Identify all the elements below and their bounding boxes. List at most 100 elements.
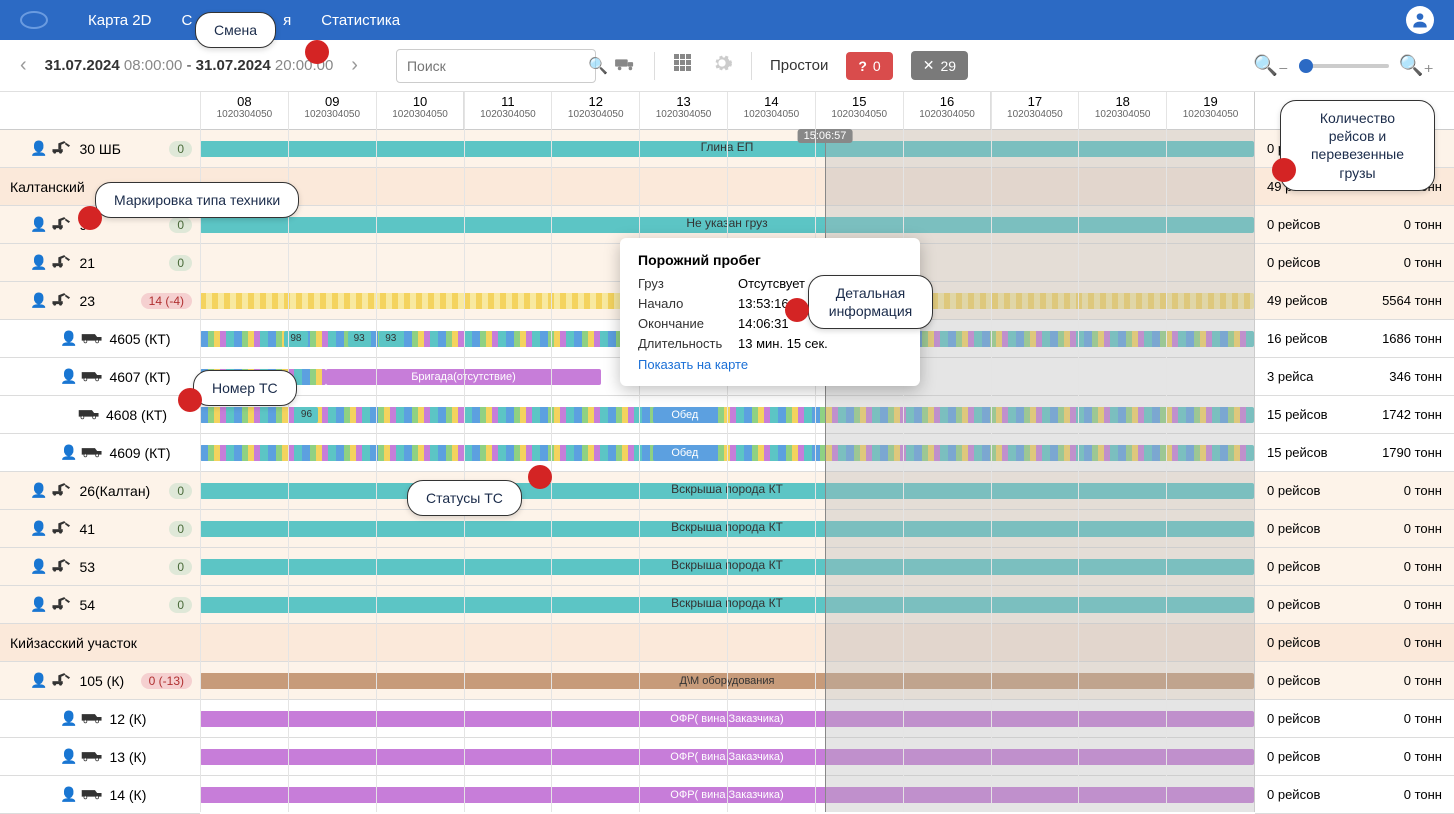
summary-row: 0 рейсов0 тонн bbox=[1255, 548, 1454, 586]
resource-row[interactable]: 👤 23 14 (-4) bbox=[0, 282, 200, 320]
settings-icon[interactable] bbox=[711, 52, 733, 80]
resource-name: 30 ШБ bbox=[79, 141, 120, 157]
resource-row[interactable]: 👤26(Калтан)0 bbox=[0, 472, 200, 510]
zoom-slider[interactable] bbox=[1299, 64, 1389, 68]
timeline-area[interactable]: 0810203040500910203040501010203040501110… bbox=[200, 92, 1254, 812]
tons-count: 1790 тонн bbox=[1382, 445, 1442, 460]
person-icon: 👤 bbox=[30, 292, 47, 309]
truck-icon bbox=[81, 368, 103, 385]
trips-count: 49 рейсов bbox=[1267, 293, 1347, 308]
sidebar-header-blank bbox=[0, 92, 200, 130]
vehicle-filter-icon[interactable] bbox=[614, 54, 636, 78]
trips-count: 0 рейсов bbox=[1267, 787, 1347, 802]
resource-row[interactable]: 👤540 bbox=[0, 586, 200, 624]
truck-icon bbox=[81, 444, 103, 461]
tons-count: 0 тонн bbox=[1404, 787, 1442, 802]
time-header: 0810203040500910203040501010203040501110… bbox=[200, 92, 1254, 130]
summary-row: 0 рейсов0 тонн bbox=[1255, 206, 1454, 244]
excavator-icon bbox=[51, 292, 73, 309]
person-icon: 👤 bbox=[30, 140, 47, 157]
search-input[interactable] bbox=[407, 58, 588, 74]
summary-row: 15 рейсов1742 тонн bbox=[1255, 396, 1454, 434]
summary-row: 15 рейсов1790 тонн bbox=[1255, 434, 1454, 472]
truck-icon bbox=[81, 330, 103, 347]
resource-row[interactable]: 👤105 (К)0 (-13) bbox=[0, 662, 200, 700]
resource-row[interactable]: 👤13 (К) bbox=[0, 738, 200, 776]
future-overlay bbox=[825, 130, 1254, 812]
marker[interactable]: 93 bbox=[379, 331, 402, 347]
resource-row[interactable]: 👤 4607 (КТ) bbox=[0, 358, 200, 396]
hour-column: 181020304050 bbox=[1078, 92, 1166, 129]
summary-row: 0 рейсов0 тонн bbox=[1255, 472, 1454, 510]
avatar-icon[interactable] bbox=[1406, 6, 1434, 34]
downtime-unknown-badge[interactable]: ?0 bbox=[846, 52, 892, 80]
downtime-label: Простои bbox=[770, 57, 828, 74]
resource-row[interactable]: 👤4605 (КТ) bbox=[0, 320, 200, 358]
zoom-in-icon[interactable]: 🔍₊ bbox=[1399, 53, 1434, 78]
resource-row[interactable]: 4608 (КТ) bbox=[0, 396, 200, 434]
zoom-controls: 🔍₋ 🔍₊ bbox=[1253, 53, 1434, 78]
trips-count: 0 рейсов bbox=[1267, 483, 1347, 498]
resource-row[interactable]: 👤12 (К) bbox=[0, 700, 200, 738]
resource-row[interactable]: 👤410 bbox=[0, 510, 200, 548]
resource-name: 4605 (КТ) bbox=[109, 331, 170, 347]
dot bbox=[1272, 158, 1296, 182]
truck-icon bbox=[78, 406, 100, 423]
summary-row: 16 рейсов1686 тонн bbox=[1255, 320, 1454, 358]
zoom-out-icon[interactable]: 🔍₋ bbox=[1253, 53, 1288, 78]
trips-count: 0 рейсов bbox=[1267, 635, 1347, 650]
tons-count: 0 тонн bbox=[1404, 711, 1442, 726]
resource-row[interactable]: 👤530 bbox=[0, 548, 200, 586]
resource-row[interactable]: 👤30 ШБ0 bbox=[0, 130, 200, 168]
resource-name: 53 bbox=[79, 559, 95, 575]
status-bar[interactable]: Бригада(отсутствие) bbox=[326, 369, 600, 385]
prev-range-button[interactable]: ‹ bbox=[20, 54, 27, 77]
grid-icon[interactable] bbox=[673, 53, 693, 79]
status-segment[interactable]: Обед bbox=[653, 445, 716, 461]
person-icon: 👤 bbox=[30, 596, 47, 613]
resource-name: Кийзасский участок bbox=[10, 635, 137, 651]
resource-name: 105 (К) bbox=[79, 673, 124, 689]
hour-column: 161020304050 bbox=[903, 92, 991, 129]
resource-row[interactable]: 👤4609 (КТ) bbox=[0, 434, 200, 472]
nav-map2d[interactable]: Карта 2D bbox=[88, 12, 151, 29]
summary-column: 0 рейсов49 рейсов5564 тонн0 рейсов0 тонн… bbox=[1254, 92, 1454, 812]
current-time-line: 15:06:57 bbox=[825, 130, 826, 812]
downtime-maint-badge[interactable]: ✕29 bbox=[911, 51, 968, 80]
marker[interactable]: 96 bbox=[295, 407, 318, 423]
trips-count: 0 рейсов bbox=[1267, 217, 1347, 232]
group-row[interactable]: Кийзасский участок bbox=[0, 624, 200, 662]
marker[interactable]: 93 bbox=[348, 331, 371, 347]
trips-count: 16 рейсов bbox=[1267, 331, 1347, 346]
resource-name: 4607 (КТ) bbox=[109, 369, 170, 385]
resource-row[interactable]: 👤14 (К) bbox=[0, 776, 200, 814]
hour-column: 131020304050 bbox=[639, 92, 727, 129]
search-box[interactable]: 🔍 bbox=[396, 49, 596, 83]
person-icon: 👤 bbox=[30, 482, 47, 499]
count-badge: 0 bbox=[169, 483, 192, 499]
divider bbox=[751, 52, 752, 80]
trips-count: 0 рейсов bbox=[1267, 521, 1347, 536]
nav-stats[interactable]: Статистика bbox=[321, 12, 400, 29]
person-icon: 👤 bbox=[60, 748, 77, 765]
summary-row: 0 рейсов0 тонн bbox=[1255, 624, 1454, 662]
person-icon: 👤 bbox=[30, 254, 47, 271]
summary-row: 49 рейсов 5564 тонн bbox=[1255, 282, 1454, 320]
count-badge: 0 bbox=[169, 521, 192, 537]
tons-count: 1742 тонн bbox=[1382, 407, 1442, 422]
count-badge: 14 (-4) bbox=[141, 293, 192, 309]
resource-name: 23 bbox=[79, 293, 95, 309]
status-segment[interactable]: Обед bbox=[653, 407, 716, 423]
tons-count: 5564 тонн bbox=[1382, 293, 1442, 308]
resource-name: 21 bbox=[79, 255, 95, 271]
tooltip-map-link[interactable]: Показать на карте bbox=[638, 357, 902, 372]
callout-detail: Детальная информация bbox=[808, 275, 933, 329]
person-icon: 👤 bbox=[30, 558, 47, 575]
count-badge: 0 (-13) bbox=[141, 673, 192, 689]
next-range-button[interactable]: › bbox=[351, 54, 358, 77]
search-icon[interactable]: 🔍 bbox=[588, 56, 608, 76]
person-icon: 👤 bbox=[60, 368, 77, 385]
marker[interactable]: 98 bbox=[284, 331, 307, 347]
tons-count: 346 тонн bbox=[1389, 369, 1442, 384]
resource-row[interactable]: 👤210 bbox=[0, 244, 200, 282]
